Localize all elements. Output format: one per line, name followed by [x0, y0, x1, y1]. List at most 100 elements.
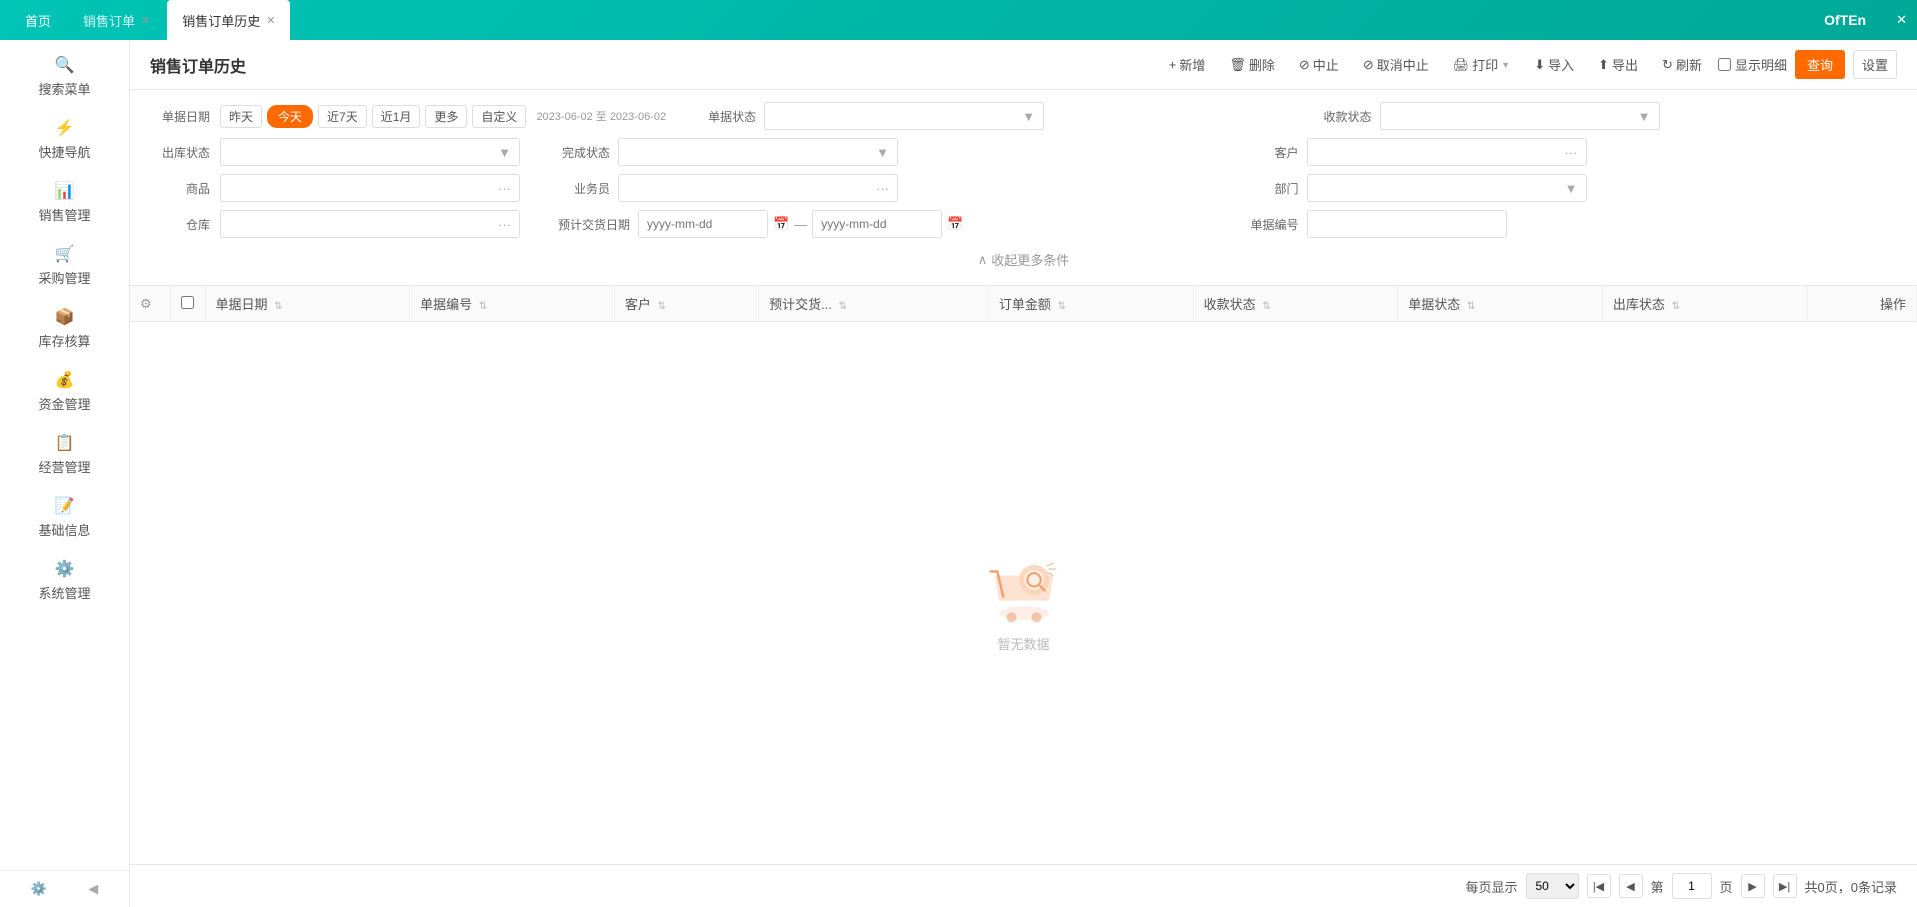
pagination-bar: 每页显示 50 20 100 |◀ ◀ 第 页 ▶ ▶| 共0页，0条记录 [130, 864, 1917, 907]
tab-sales-order-history[interactable]: 销售订单历史 ✕ [167, 0, 290, 40]
col-amount-sort[interactable]: ⇅ [1058, 301, 1066, 312]
next-page-btn[interactable]: ▶ [1741, 874, 1765, 898]
filter-area: 单据日期 昨天 今天 近7天 近1月 更多 自定义 2023-06-02 至 2… [130, 90, 1917, 286]
tab-home-label: 首页 [25, 11, 51, 30]
sidebar-item-sales-mgmt[interactable]: 📊 销售管理 [0, 171, 129, 234]
delete-icon: 🗑 [1229, 57, 1246, 73]
payment-status-select[interactable]: ▼ [1380, 102, 1660, 130]
filter-row-4: 仓库 ··· 预计交货日期 📅 — 📅 单据编号 [150, 210, 1897, 238]
table-header-row: ⚙ 单据日期 ⇅ 单据编号 ⇅ [130, 286, 1917, 322]
customer-select[interactable]: ··· [1307, 138, 1587, 166]
cancel-stop-button[interactable]: ⊘ 取消中止 [1355, 51, 1437, 78]
date-preset-filter: 昨天 今天 近7天 近1月 更多 自定义 [220, 105, 526, 128]
warehouse-dots[interactable]: ··· [498, 217, 511, 232]
col-customer-sort[interactable]: ⇅ [657, 301, 665, 312]
sidebar-item-operations-mgmt[interactable]: 📋 经营管理 [0, 423, 129, 486]
goods-input[interactable]: ··· [220, 174, 520, 202]
search-menu-icon: 🔍 [55, 55, 75, 75]
table-container: ⚙ 单据日期 ⇅ 单据编号 ⇅ [130, 286, 1917, 864]
col-customer: 客户 ⇅ [614, 286, 758, 322]
query-button[interactable]: 查询 [1795, 50, 1845, 79]
col-stock-status-sort[interactable]: ⇅ [1672, 301, 1680, 312]
empty-text: 暂无数据 [997, 634, 1049, 653]
goods-dots[interactable]: ··· [498, 181, 511, 196]
operations-mgmt-icon: 📋 [55, 433, 75, 453]
first-page-btn[interactable]: |◀ [1587, 874, 1611, 898]
salesperson-dots[interactable]: ··· [876, 181, 889, 196]
cancel-stop-icon: ⊘ [1363, 57, 1374, 73]
export-label: 导出 [1612, 55, 1638, 74]
settings-button[interactable]: 设置 [1853, 50, 1897, 79]
prev-page-btn[interactable]: ◀ [1619, 874, 1643, 898]
salesperson-label: 业务员 [550, 180, 610, 197]
sidebar-item-system-mgmt-label: 系统管理 [38, 583, 90, 602]
col-delivery-sort[interactable]: ⇅ [839, 301, 847, 312]
customer-dots[interactable]: ··· [1565, 145, 1578, 160]
sidebar-settings-icon[interactable]: ⚙️ [31, 881, 47, 897]
preset-today[interactable]: 今天 [267, 105, 313, 128]
salesperson-input[interactable]: ··· [618, 174, 898, 202]
sidebar-item-search-menu[interactable]: 🔍 搜索菜单 [0, 45, 129, 108]
delivery-date-from[interactable] [638, 210, 768, 238]
inventory-check-icon: 📦 [55, 307, 75, 327]
export-button[interactable]: ⬆ 导出 [1590, 51, 1646, 78]
col-number-sort[interactable]: ⇅ [479, 301, 487, 312]
sidebar-collapse-icon[interactable]: ◀ [88, 881, 98, 897]
sidebar-item-system-mgmt[interactable]: ⚙️ 系统管理 [0, 549, 129, 612]
page-size-select[interactable]: 50 20 100 [1526, 873, 1579, 899]
tab-sales-order[interactable]: 销售订单 ✕ [68, 0, 165, 40]
content-area: 销售订单历史 + 新增 🗑 删除 ⊘ 中止 ⊘ 取消中止 [130, 40, 1917, 907]
delivery-date-to[interactable] [812, 210, 942, 238]
collapse-bar[interactable]: ∧ 收起更多条件 [150, 246, 1897, 273]
col-payment-status-sort[interactable]: ⇅ [1262, 301, 1270, 312]
preset-yesterday[interactable]: 昨天 [220, 105, 262, 128]
sidebar-item-quick-nav-label: 快捷导航 [38, 142, 90, 161]
doc-status-select[interactable]: ▼ [764, 102, 1044, 130]
preset-custom[interactable]: 自定义 [472, 105, 526, 128]
col-stock-status-label: 出库状态 [1613, 297, 1665, 312]
sidebar-item-basic-info[interactable]: 📝 基础信息 [0, 486, 129, 549]
customer-label: 客户 [1239, 144, 1299, 161]
complete-status-select[interactable]: ▼ [618, 138, 898, 166]
delete-button[interactable]: 🗑 删除 [1221, 51, 1283, 78]
filter-row-1: 单据日期 昨天 今天 近7天 近1月 更多 自定义 2023-06-02 至 2… [150, 102, 1897, 130]
preset-more[interactable]: 更多 [425, 105, 467, 128]
col-date-sort[interactable]: ⇅ [274, 301, 282, 312]
sidebar-item-finance-mgmt[interactable]: 💰 资金管理 [0, 360, 129, 423]
empty-illustration [974, 534, 1074, 634]
filter-row-3: 商品 ··· 业务员 ··· 部门 ▼ [150, 174, 1897, 202]
select-all-checkbox[interactable] [181, 296, 194, 309]
col-number: 单据编号 ⇅ [410, 286, 615, 322]
export-icon: ⬆ [1598, 57, 1609, 73]
last-page-btn[interactable]: ▶| [1773, 874, 1797, 898]
tab-sales-order-history-close[interactable]: ✕ [266, 14, 275, 27]
department-select[interactable]: ▼ [1307, 174, 1587, 202]
window-close-icon[interactable]: ✕ [1896, 12, 1907, 28]
preset-7days[interactable]: 近7天 [318, 105, 367, 128]
delivery-date-from-icon[interactable]: 📅 [773, 216, 789, 232]
current-page-input[interactable] [1672, 873, 1712, 899]
sidebar-item-inventory-check[interactable]: 📦 库存核算 [0, 297, 129, 360]
date-range-display: 2023-06-02 至 2023-06-02 [536, 108, 666, 124]
sidebar-item-quick-nav[interactable]: ⚡ 快捷导航 [0, 108, 129, 171]
payment-status-arrow: ▼ [1638, 109, 1651, 124]
refresh-label: 刷新 [1676, 55, 1702, 74]
col-doc-status-sort[interactable]: ⇅ [1467, 301, 1475, 312]
warehouse-input[interactable]: ··· [220, 210, 520, 238]
table-settings-icon[interactable]: ⚙ [140, 296, 152, 311]
display-toggle-checkbox[interactable] [1718, 58, 1731, 71]
tab-home[interactable]: 首页 [10, 0, 66, 40]
import-button[interactable]: ⬇ 导入 [1526, 51, 1582, 78]
tab-sales-order-close[interactable]: ✕ [141, 14, 150, 27]
sidebar-item-purchase-mgmt[interactable]: 🛒 采购管理 [0, 234, 129, 297]
import-label: 导入 [1548, 55, 1574, 74]
stock-status-select[interactable]: ▼ [220, 138, 520, 166]
refresh-button[interactable]: ↻ 刷新 [1654, 51, 1710, 78]
preset-1month[interactable]: 近1月 [372, 105, 421, 128]
print-button[interactable]: 🖨 打印 ▼ [1445, 51, 1518, 78]
tab-sales-order-history-label: 销售订单历史 [182, 11, 260, 30]
stop-button[interactable]: ⊘ 中止 [1291, 51, 1347, 78]
new-button[interactable]: + 新增 [1161, 51, 1214, 78]
doc-number-input[interactable] [1307, 210, 1507, 238]
delivery-date-to-icon[interactable]: 📅 [947, 216, 963, 232]
